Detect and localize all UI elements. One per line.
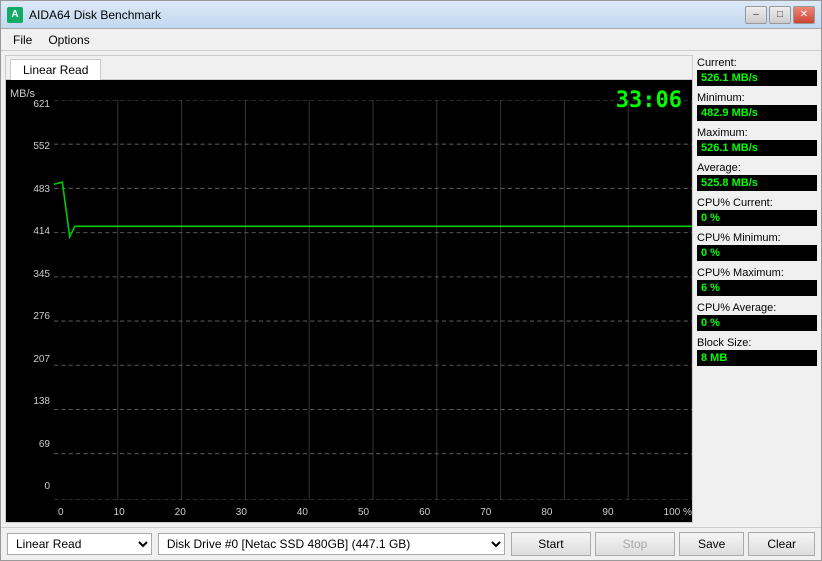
clear-button[interactable]: Clear — [748, 532, 815, 556]
chart-mbs-label: MB/s — [10, 88, 35, 100]
action-buttons: Start Stop Save Clear — [511, 532, 815, 556]
stat-minimum-value: 482.9 MB/s — [697, 105, 817, 121]
x-label-50: 50 — [358, 507, 369, 518]
stat-current-label: Current: — [697, 57, 817, 69]
y-label-69: 69 — [39, 440, 50, 450]
title-bar: A AIDA64 Disk Benchmark – □ ✕ — [1, 1, 821, 29]
stat-cpu-minimum-label: CPU% Minimum: — [697, 232, 817, 244]
stat-cpu-average: CPU% Average: 0 % — [697, 302, 817, 331]
stat-cpu-average-label: CPU% Average: — [697, 302, 817, 314]
stat-cpu-maximum-value: 6 % — [697, 280, 817, 296]
x-label-100: 100 % — [664, 507, 692, 518]
main-content: Linear Read MB/s 33:06 621 552 483 414 3… — [1, 51, 821, 527]
stat-maximum: Maximum: 526.1 MB/s — [697, 127, 817, 156]
start-button[interactable]: Start — [511, 532, 591, 556]
y-axis-labels: 621 552 483 414 345 276 207 138 69 0 — [6, 100, 54, 492]
stat-cpu-current-value: 0 % — [697, 210, 817, 226]
x-label-90: 90 — [602, 507, 613, 518]
menu-file[interactable]: File — [5, 31, 40, 49]
y-label-276: 276 — [33, 312, 50, 322]
left-panel: Linear Read MB/s 33:06 621 552 483 414 3… — [5, 55, 693, 523]
stat-current-value: 526.1 MB/s — [697, 70, 817, 86]
x-label-70: 70 — [480, 507, 491, 518]
stat-minimum: Minimum: 482.9 MB/s — [697, 92, 817, 121]
stat-maximum-value: 526.1 MB/s — [697, 140, 817, 156]
stat-cpu-current: CPU% Current: 0 % — [697, 197, 817, 226]
stat-cpu-minimum-value: 0 % — [697, 245, 817, 261]
maximize-button[interactable]: □ — [769, 6, 791, 24]
save-button[interactable]: Save — [679, 532, 744, 556]
title-bar-buttons: – □ ✕ — [745, 6, 815, 24]
y-label-0: 0 — [44, 482, 50, 492]
stat-block-size-value: 8 MB — [697, 350, 817, 366]
stat-average-label: Average: — [697, 162, 817, 174]
chart-area: MB/s 33:06 621 552 483 414 345 276 207 1… — [6, 80, 692, 522]
menu-options[interactable]: Options — [40, 31, 97, 49]
y-label-621: 621 — [33, 100, 50, 110]
drive-dropdown[interactable]: Disk Drive #0 [Netac SSD 480GB] (447.1 G… — [158, 533, 505, 555]
minimize-button[interactable]: – — [745, 6, 767, 24]
right-panel: Current: 526.1 MB/s Minimum: 482.9 MB/s … — [697, 55, 817, 523]
y-label-552: 552 — [33, 142, 50, 152]
test-type-dropdown[interactable]: Linear Read — [7, 533, 152, 555]
menu-bar: File Options — [1, 29, 821, 51]
y-label-207: 207 — [33, 355, 50, 365]
stat-average: Average: 525.8 MB/s — [697, 162, 817, 191]
stat-cpu-current-label: CPU% Current: — [697, 197, 817, 209]
stat-block-size: Block Size: 8 MB — [697, 337, 817, 366]
x-label-40: 40 — [297, 507, 308, 518]
x-axis-labels: 0 10 20 30 40 50 60 70 80 90 100 % — [54, 507, 692, 518]
stat-cpu-maximum: CPU% Maximum: 6 % — [697, 267, 817, 296]
x-label-0: 0 — [58, 507, 64, 518]
x-label-10: 10 — [114, 507, 125, 518]
tab-linear-read[interactable]: Linear Read — [10, 59, 101, 80]
window-title: AIDA64 Disk Benchmark — [29, 8, 745, 22]
x-label-20: 20 — [175, 507, 186, 518]
stat-maximum-label: Maximum: — [697, 127, 817, 139]
chart-grid — [54, 100, 692, 500]
close-button[interactable]: ✕ — [793, 6, 815, 24]
stop-button[interactable]: Stop — [595, 532, 675, 556]
stat-average-value: 525.8 MB/s — [697, 175, 817, 191]
stat-minimum-label: Minimum: — [697, 92, 817, 104]
bottom-bar: Linear Read Disk Drive #0 [Netac SSD 480… — [1, 527, 821, 560]
app-icon: A — [7, 7, 23, 23]
x-label-80: 80 — [541, 507, 552, 518]
stat-current: Current: 526.1 MB/s — [697, 57, 817, 86]
y-label-345: 345 — [33, 270, 50, 280]
y-label-138: 138 — [33, 397, 50, 407]
x-label-60: 60 — [419, 507, 430, 518]
stat-block-size-label: Block Size: — [697, 337, 817, 349]
y-label-483: 483 — [33, 185, 50, 195]
main-window: A AIDA64 Disk Benchmark – □ ✕ File Optio… — [0, 0, 822, 561]
y-label-414: 414 — [33, 227, 50, 237]
stat-cpu-maximum-label: CPU% Maximum: — [697, 267, 817, 279]
x-label-30: 30 — [236, 507, 247, 518]
stat-cpu-minimum: CPU% Minimum: 0 % — [697, 232, 817, 261]
tab-bar: Linear Read — [6, 56, 692, 80]
stat-cpu-average-value: 0 % — [697, 315, 817, 331]
